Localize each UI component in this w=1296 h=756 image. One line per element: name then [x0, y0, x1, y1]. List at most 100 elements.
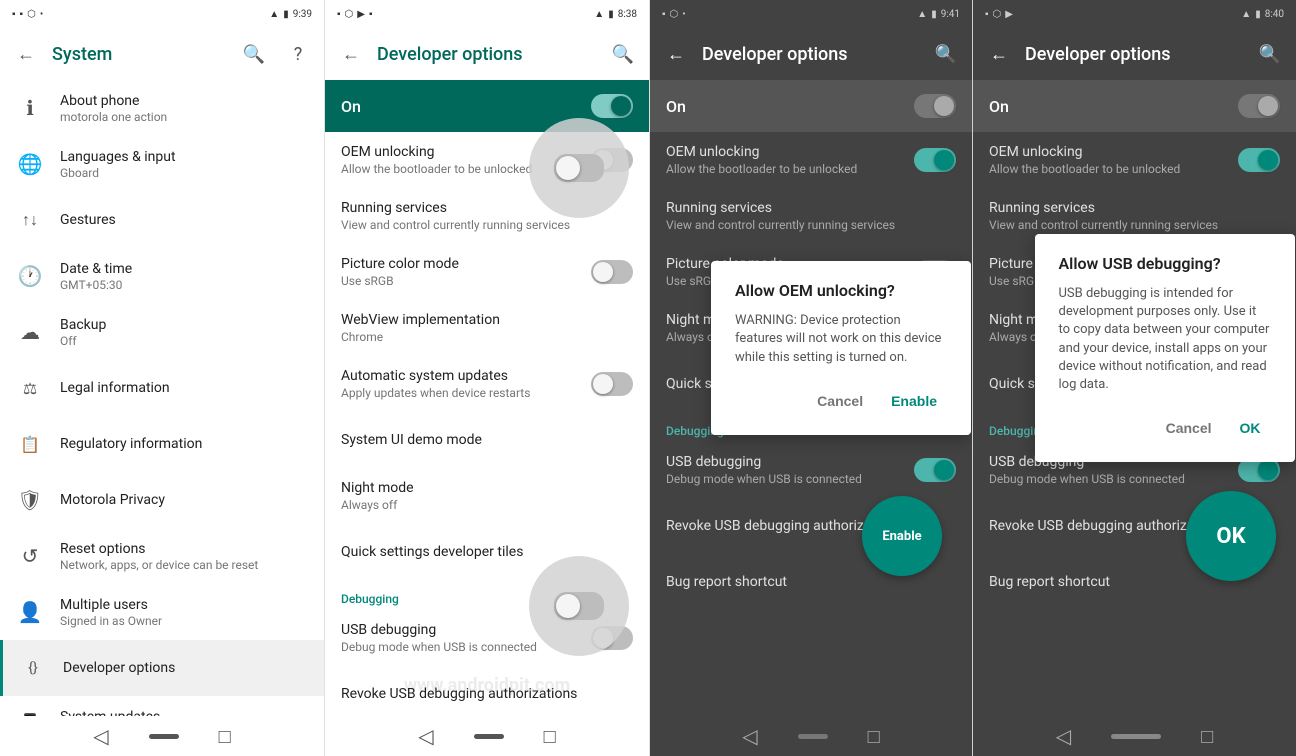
dev-item-picture-color[interactable]: Picture color mode Use sRGB — [325, 244, 649, 300]
night-mode-text: Night mode Always off — [341, 480, 633, 512]
night-mode-title: Night mode — [341, 480, 633, 496]
oem-title: OEM unlocking — [341, 144, 591, 160]
dev-item-auto-updates[interactable]: Automatic system updates Apply updates w… — [325, 356, 649, 412]
dialog-confirm-4[interactable]: OK — [1230, 414, 1271, 442]
notif-icon-2d: ▪ — [369, 9, 373, 20]
nav-home-1[interactable] — [149, 734, 179, 739]
panel-developer-options-3: ▪ ⬡ • ▲ ▮ 9:41 ← Developer options 🔍 On … — [650, 0, 973, 756]
panel-system-settings: ▪ ▪ ⬡ • ▲ ▮ 9:39 ← System 🔍 ? ℹ About ph… — [0, 0, 325, 756]
running-title: Running services — [341, 200, 633, 216]
dialog-title-3: Allow OEM unlocking? — [735, 281, 947, 300]
privacy-title: Motorola Privacy — [60, 492, 308, 508]
regulatory-icon: 📋 — [16, 430, 44, 458]
dev-item-webview[interactable]: WebView implementation Chrome — [325, 300, 649, 356]
usb-debug-toggle[interactable] — [591, 626, 633, 650]
dialog-cancel-3[interactable]: Cancel — [807, 387, 873, 415]
notification-dot: • — [40, 9, 43, 20]
about-icon: ℹ — [16, 94, 44, 122]
nav-back-2[interactable]: ◁ — [418, 724, 433, 748]
nav-back-1[interactable]: ◁ — [93, 724, 108, 748]
datetime-subtitle: GMT+05:30 — [60, 278, 308, 292]
sidebar-item-reset[interactable]: ↺ Reset options Network, apps, or device… — [0, 528, 324, 584]
sidebar-item-regulatory[interactable]: 📋 Regulatory information — [0, 416, 324, 472]
auto-updates-toggle[interactable] — [591, 372, 633, 396]
oem-text: OEM unlocking Allow the bootloader to be… — [341, 144, 591, 176]
settings-list-1: ℹ About phone motorola one action 🌐 Lang… — [0, 80, 324, 716]
enable-circle-button[interactable]: Enable — [862, 496, 942, 576]
oem-toggle[interactable] — [591, 148, 633, 172]
languages-title: Languages & input — [60, 149, 308, 165]
about-title: About phone — [60, 93, 308, 109]
languages-text: Languages & input Gboard — [60, 149, 308, 180]
webview-text: WebView implementation Chrome — [341, 312, 633, 344]
dialog-confirm-3[interactable]: Enable — [881, 387, 947, 415]
dialog-cancel-4[interactable]: Cancel — [1156, 414, 1222, 442]
dev-item-running-services[interactable]: Running services View and control curren… — [325, 188, 649, 244]
sidebar-item-backup[interactable]: ☁ Backup Off — [0, 304, 324, 360]
usb-debug-title: USB debugging — [341, 622, 591, 638]
dev-item-oem-unlocking[interactable]: OEM unlocking Allow the bootloader to be… — [325, 132, 649, 188]
nav-recents-2[interactable]: □ — [544, 724, 556, 749]
dev-item-quick-settings[interactable]: Quick settings developer tiles — [325, 524, 649, 580]
users-icon: 👤 — [16, 598, 44, 626]
oem-subtitle: Allow the bootloader to be unlocked — [341, 162, 591, 176]
status-icons-left-1: ▪ ▪ ⬡ • — [12, 9, 43, 20]
sidebar-item-privacy[interactable]: 🛡 Motorola Privacy — [0, 472, 324, 528]
sidebar-item-developer[interactable]: {} Developer options — [0, 640, 324, 696]
dev-list-2: OEM unlocking Allow the bootloader to be… — [325, 132, 649, 716]
oem-dialog: Allow OEM unlocking? WARNING: Device pro… — [711, 261, 971, 435]
revoke-usb-text: Revoke USB debugging authorizations — [341, 686, 633, 702]
usb-debug-toggle-thumb — [593, 628, 613, 648]
sidebar-item-updates[interactable]: 📱 System updates Updated to Android 9 — [0, 696, 324, 716]
status-bar-1: ▪ ▪ ⬡ • ▲ ▮ 9:39 — [0, 0, 324, 28]
back-button-2[interactable]: ← — [333, 36, 369, 72]
search-button-1[interactable]: 🔍 — [236, 36, 272, 72]
page-title-2: Developer options — [377, 44, 597, 65]
picture-toggle[interactable] — [591, 260, 633, 284]
running-subtitle: View and control currently running servi… — [341, 218, 633, 232]
users-subtitle: Signed in as Owner — [60, 614, 308, 628]
dev-item-usb-debug[interactable]: USB debugging Debug mode when USB is con… — [325, 610, 649, 666]
dialog-body-4: USB debugging is intended for developmen… — [1059, 285, 1271, 394]
ui-demo-text: System UI demo mode — [341, 432, 633, 448]
help-button-1[interactable]: ? — [280, 36, 316, 72]
status-bar-2: ▪ ⬡ ▶ ▪ ▲ ▮ 8:38 — [325, 0, 649, 28]
nav-home-2[interactable] — [474, 734, 504, 739]
main-toggle-2[interactable] — [591, 94, 633, 118]
gestures-text: Gestures — [60, 212, 308, 228]
dialog-body-3: WARNING: Device protection features will… — [735, 312, 947, 367]
reset-title: Reset options — [60, 541, 308, 557]
nav-recents-1[interactable]: □ — [219, 724, 231, 749]
dev-item-night-mode[interactable]: Night mode Always off — [325, 468, 649, 524]
back-button-1[interactable]: ← — [8, 36, 44, 72]
running-text: Running services View and control curren… — [341, 200, 633, 232]
languages-icon: 🌐 — [16, 150, 44, 178]
main-toggle-thumb-2 — [611, 96, 631, 116]
dev-item-revoke-usb[interactable]: Revoke USB debugging authorizations — [325, 666, 649, 716]
dev-item-ui-demo[interactable]: System UI demo mode — [325, 412, 649, 468]
ok-circle-button[interactable]: OK — [1186, 491, 1276, 581]
sidebar-item-gestures[interactable]: ↑↓ Gestures — [0, 192, 324, 248]
sidebar-item-users[interactable]: 👤 Multiple users Signed in as Owner — [0, 584, 324, 640]
developer-title: Developer options — [63, 660, 308, 676]
notification-icon-3: ⬡ — [27, 9, 36, 20]
oem-toggle-thumb — [593, 150, 613, 170]
sidebar-item-languages[interactable]: 🌐 Languages & input Gboard — [0, 136, 324, 192]
night-mode-subtitle: Always off — [341, 498, 633, 512]
search-button-2[interactable]: 🔍 — [605, 36, 641, 72]
auto-updates-text: Automatic system updates Apply updates w… — [341, 368, 591, 400]
developer-icon: {} — [19, 654, 47, 682]
about-subtitle: motorola one action — [60, 110, 308, 124]
sidebar-item-date-time[interactable]: 🕐 Date & time GMT+05:30 — [0, 248, 324, 304]
ui-demo-title: System UI demo mode — [341, 432, 633, 448]
ok-circle-container: OK — [1186, 491, 1276, 581]
notif-icon-2c: ▶ — [357, 9, 365, 20]
nav-bar-1: ◁ □ — [0, 716, 324, 756]
sidebar-item-legal[interactable]: ⚖ Legal information — [0, 360, 324, 416]
backup-title: Backup — [60, 317, 308, 333]
regulatory-title: Regulatory information — [60, 436, 308, 452]
sidebar-item-about-phone[interactable]: ℹ About phone motorola one action — [0, 80, 324, 136]
webview-subtitle: Chrome — [341, 330, 633, 344]
reset-text: Reset options Network, apps, or device c… — [60, 541, 308, 572]
backup-icon: ☁ — [16, 318, 44, 346]
